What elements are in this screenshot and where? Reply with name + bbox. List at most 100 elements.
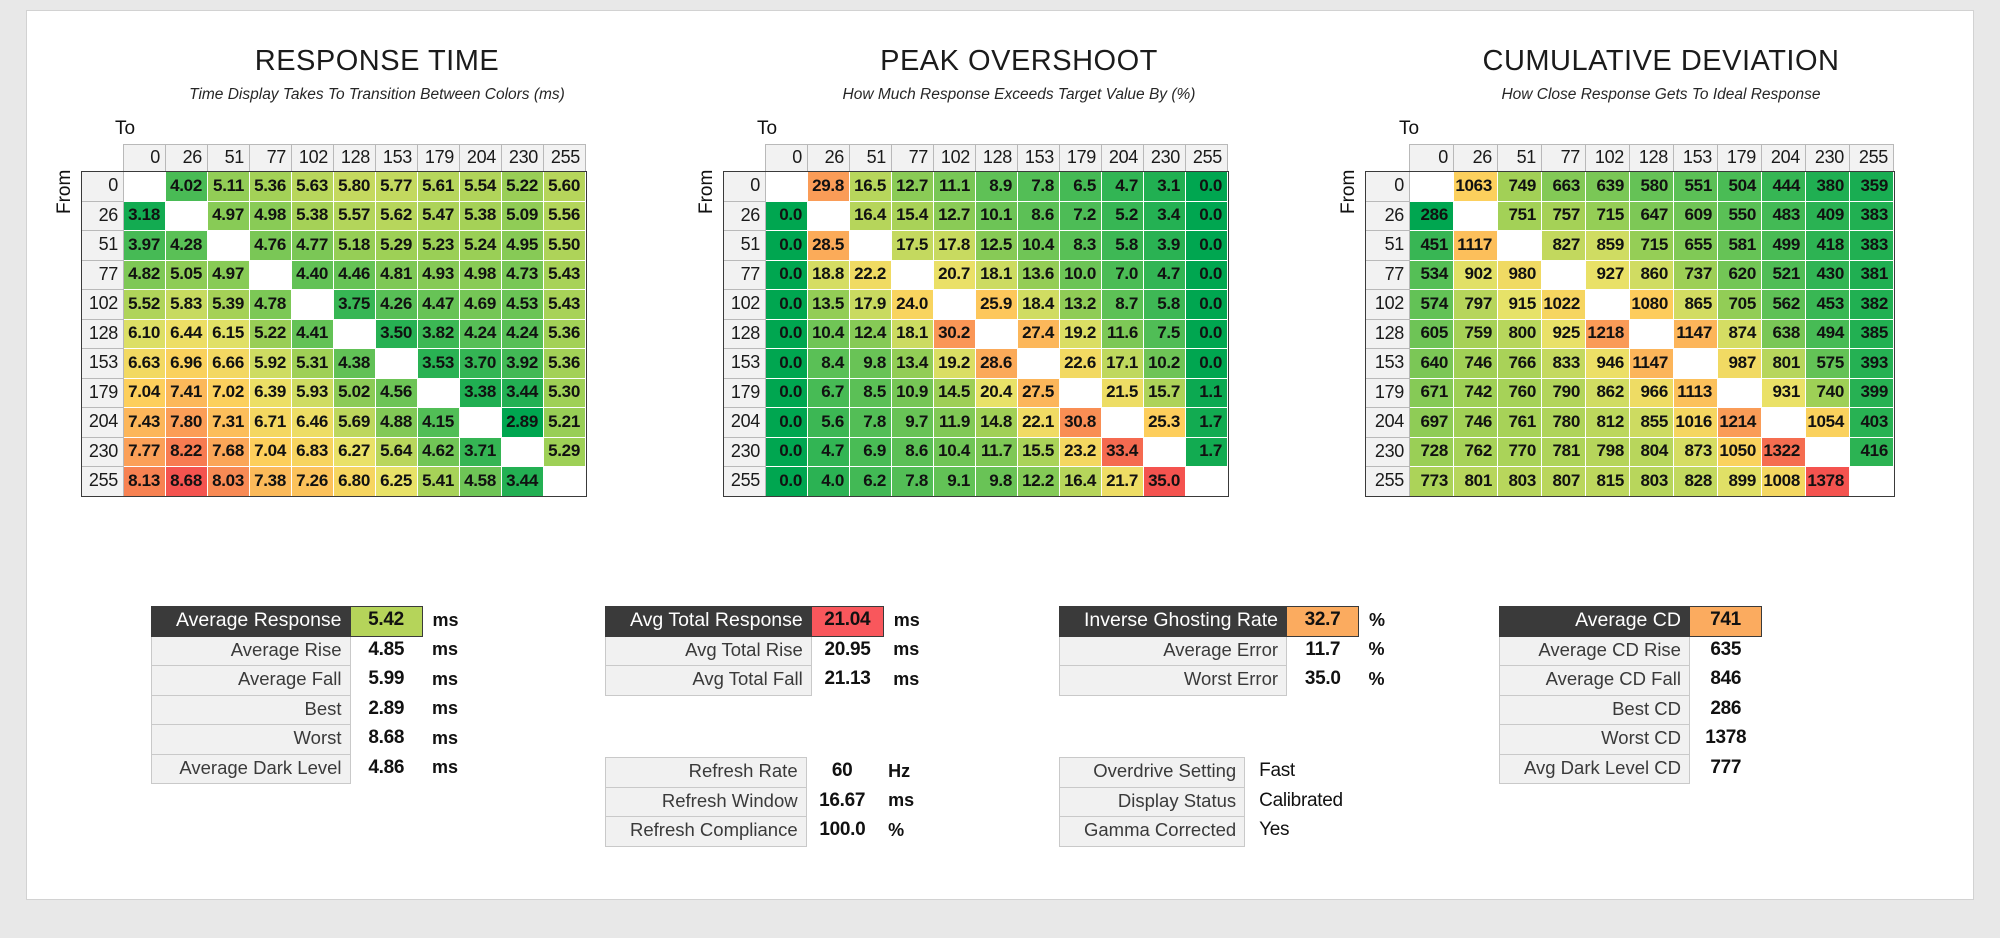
heatmap-row-header: 255 [723, 466, 766, 497]
heatmap-cell: 5.2 [1101, 200, 1144, 231]
heatmap-cell: 574 [1409, 289, 1454, 320]
heatmap-cell: 931 [1761, 377, 1806, 408]
heatmap-row: 26 0.0 16.4 15.4 12.7 10.1 8.6 7.2 5.2 3.4 0.0 [723, 200, 1228, 231]
heatmap-cell: 4.97 [207, 200, 250, 231]
summary-label: Avg Total Rise [605, 635, 812, 666]
heatmap-cell-diagonal [1143, 436, 1186, 467]
summary-value: 16.67 [806, 787, 879, 817]
summary-row: Avg Total Fall 21.13 ms [605, 665, 925, 696]
heatmap-col-header: 77 [249, 144, 292, 172]
heatmap-cell: 8.6 [1017, 200, 1060, 231]
heatmap-col-header: 26 [165, 144, 208, 172]
heatmap-corner [723, 144, 766, 172]
heatmap-cell: 6.15 [207, 318, 250, 349]
heatmap-cell: 3.9 [1143, 230, 1186, 261]
heatmap-cell: 7.77 [123, 436, 166, 467]
summary-table: Refresh Rate 60 Hz Refresh Window 16.67 ms Ref… [605, 757, 919, 847]
summary-row: Best 2.89 ms [151, 694, 464, 725]
heatmap-table: 0 26 51 77 102 128 153 179 204 230 255 0 29.8 16.5 12.… [722, 144, 1229, 497]
summary-value: 32.7 [1286, 606, 1360, 637]
heatmap-cell: 22.1 [1017, 407, 1060, 438]
heatmap-cell: 751 [1497, 200, 1542, 231]
summary-row: Worst Error 35.0% [1058, 665, 1390, 696]
heatmap-cell: 804 [1629, 436, 1674, 467]
heatmap-row-header: 77 [81, 259, 124, 290]
summary-value: 1378 [1689, 724, 1762, 754]
heatmap-cell: 8.9 [975, 171, 1018, 202]
heatmap-col-header: 230 [1805, 144, 1850, 172]
heatmap-cell: 927 [1585, 259, 1630, 290]
heatmap-cell: 11.9 [933, 407, 976, 438]
summary-label: Best CD [1499, 694, 1690, 725]
heatmap-cell: 5.93 [291, 377, 334, 408]
heatmap-cell: 11.7 [975, 436, 1018, 467]
summary-unit: ms [893, 609, 920, 630]
heatmap-cell: 18.8 [807, 259, 850, 290]
heatmap-cell: 5.05 [165, 259, 208, 290]
heatmap-cell: 6.10 [123, 318, 166, 349]
heatmap-cell: 759 [1453, 318, 1498, 349]
heatmap-cell: 770 [1497, 436, 1542, 467]
summary-table: Inverse Ghosting Rate 32.7% Average Error 1… [1058, 606, 1390, 696]
heatmap-cell: 12.5 [975, 230, 1018, 261]
heatmap-cell: 5.22 [249, 318, 292, 349]
heatmap-cell: 22.6 [1059, 348, 1102, 379]
panel-ghosting-summary: Inverse Ghosting Rate 32.7% Average Error 1… [1058, 606, 1390, 696]
heatmap-cell: 773 [1409, 466, 1454, 497]
heatmap-cell: 7.8 [891, 466, 934, 497]
heatmap-cell-diagonal [1717, 377, 1762, 408]
heatmap-col-header: 204 [459, 144, 502, 172]
heatmap-cell: 1022 [1541, 289, 1586, 320]
heatmap-cell: 0.0 [1185, 289, 1228, 320]
heatmap-cell: 5.29 [375, 230, 418, 261]
heatmap-cell: 833 [1541, 348, 1586, 379]
summary-label: Average CD Fall [1499, 665, 1690, 696]
heatmap-row: 255 0.0 4.0 6.2 7.8 9.1 9.8 12.2 16.4 21.7 35.0 [723, 466, 1228, 497]
heatmap-cell: 13.4 [891, 348, 934, 379]
heatmap-cell: 781 [1541, 436, 1586, 467]
heatmap-cell: 381 [1849, 259, 1894, 290]
matrix-subtitle: How Close Response Gets To Ideal Respons… [1501, 86, 1821, 103]
heatmap-cell: 874 [1717, 318, 1762, 349]
summary-unit: ms [888, 790, 915, 811]
summary-unit: ms [893, 668, 920, 689]
heatmap-cell: 5.36 [543, 318, 586, 349]
heatmap-cell: 8.13 [123, 466, 166, 497]
heatmap-cell-diagonal [459, 407, 502, 438]
summary-row: Average Fall 5.99 ms [151, 665, 464, 696]
heatmap-cell: 5.38 [291, 200, 334, 231]
heatmap-cell: 6.39 [249, 377, 292, 408]
heatmap-cell: 757 [1541, 200, 1586, 231]
heatmap-row-header: 230 [1365, 436, 1410, 467]
summary-row: Display Status Calibrated [1058, 786, 1368, 817]
heatmap-cell: 4.62 [417, 436, 460, 467]
heatmap-cell: 902 [1453, 259, 1498, 290]
heatmap-cell: 790 [1541, 377, 1586, 408]
heatmap-cell: 6.2 [849, 466, 892, 497]
heatmap-cell: 762 [1453, 436, 1498, 467]
heatmap-cell: 5.63 [291, 171, 334, 202]
heatmap-cell: 3.50 [375, 318, 418, 349]
heatmap-cell: 1378 [1805, 466, 1850, 497]
heatmap-cell: 663 [1541, 171, 1586, 202]
heatmap-col-header: 26 [807, 144, 850, 172]
heatmap-cell: 10.2 [1143, 348, 1186, 379]
heatmap-cell: 4.76 [249, 230, 292, 261]
heatmap-cell: 3.44 [501, 466, 544, 497]
heatmap-cell: 0.0 [765, 377, 808, 408]
heatmap-cell: 1214 [1717, 407, 1762, 438]
heatmap-cell: 7.04 [249, 436, 292, 467]
summary-row: Average CD Rise 635 [1499, 635, 1777, 666]
summary-label: Average Dark Level [151, 753, 351, 784]
heatmap-cell: 3.53 [417, 348, 460, 379]
heatmap-col-header: 153 [375, 144, 418, 172]
heatmap-cell: 859 [1585, 230, 1630, 261]
heatmap-cell: 17.9 [849, 289, 892, 320]
summary-label: Display Status [1058, 786, 1246, 817]
heatmap-cell: 5.47 [417, 200, 460, 231]
heatmap-cell: 8.5 [849, 377, 892, 408]
heatmap-cell: 4.82 [123, 259, 166, 290]
heatmap-cell: 6.9 [849, 436, 892, 467]
summary-row: Avg Total Rise 20.95 ms [605, 635, 925, 666]
heatmap-table: 0 26 51 77 102 128 153 179 204 230 255 0 4.02 5.11 5.3… [80, 144, 587, 497]
